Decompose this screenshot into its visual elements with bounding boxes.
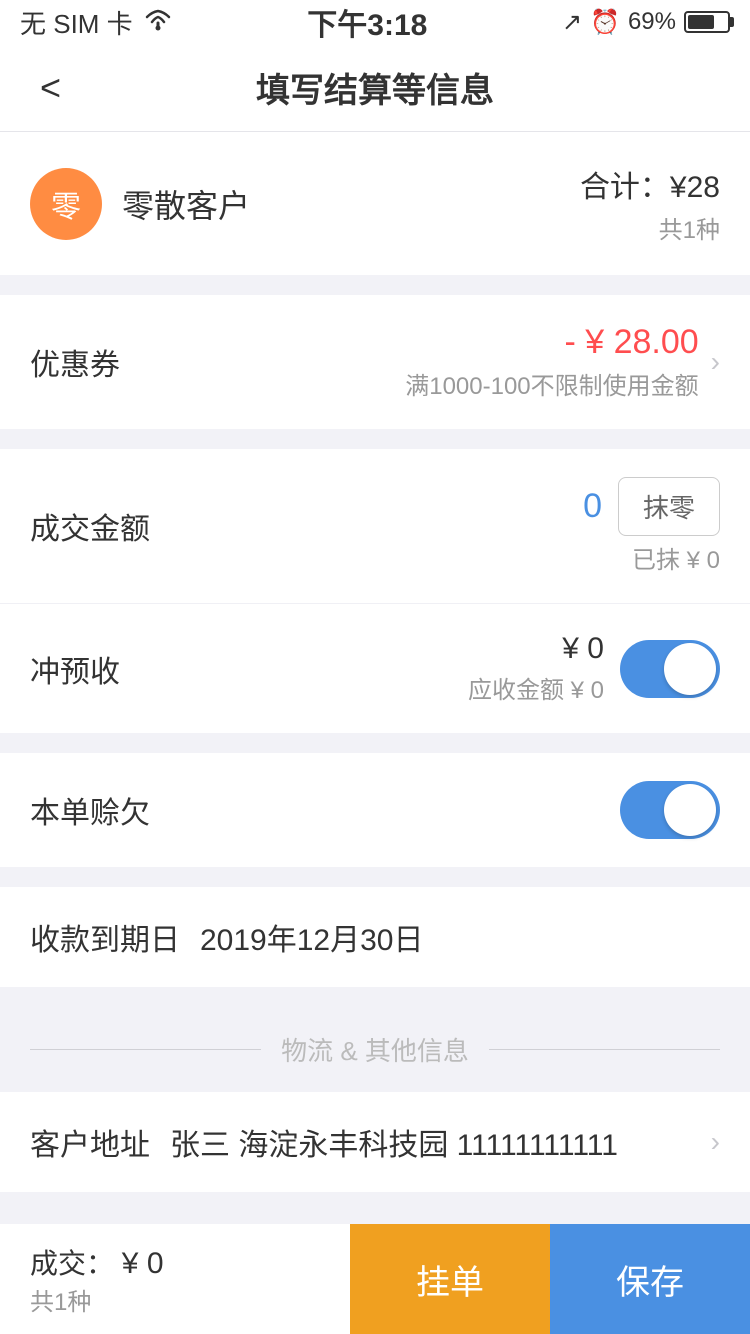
coupon-right: - ¥ 28.00 满1000-100不限制使用金额 › (405, 323, 720, 401)
prepaid-amount: ¥ 0 (468, 632, 604, 666)
back-button[interactable]: < (30, 57, 71, 119)
address-label: 客户地址 (30, 1120, 150, 1164)
divider-left (30, 1049, 261, 1050)
coupon-description: 满1000-100不限制使用金额 (405, 366, 698, 401)
prepaid-row: 冲预收 ¥ 0 应收金额 ¥ 0 (0, 604, 750, 733)
divider-right (489, 1049, 720, 1050)
amount-label: 成交金额 (30, 504, 150, 548)
debt-label: 本单赊欠 (30, 788, 150, 832)
customer-total: 合计：¥28 (580, 162, 720, 206)
address-value: 张三 海淀永丰科技园 11111111111 (170, 1120, 618, 1164)
address-left: 客户地址 张三 海淀永丰科技园 11111111111 (30, 1120, 618, 1164)
customer-row: 零 零散客户 合计：¥28 共1种 (0, 132, 750, 275)
coupon-discount: - ¥ 28.00 (405, 323, 698, 362)
coupon-label: 优惠券 (30, 340, 120, 384)
amount-value[interactable]: 0 (583, 487, 602, 526)
customer-left: 零 零散客户 (30, 168, 250, 240)
logistics-divider-container: 物流 & 其他信息 (0, 1007, 750, 1092)
hold-button[interactable]: 挂单 (350, 1224, 550, 1334)
transaction-section: 成交金额 0 抹零 已抹 ¥ 0 冲预收 ¥ 0 应收金额 ¥ 0 (0, 449, 750, 733)
amount-row: 成交金额 0 抹零 已抹 ¥ 0 (0, 449, 750, 604)
nav-bar: < 填写结算等信息 (0, 44, 750, 132)
bottom-deal: 成交： ¥ 0 (30, 1242, 320, 1282)
status-time: 下午3:18 (307, 0, 427, 44)
customer-count: 共1种 (580, 210, 720, 245)
status-right: ↗ ⏰ 69% (562, 8, 730, 37)
rounded-label: 已抹 ¥ 0 (583, 540, 720, 575)
address-row[interactable]: 客户地址 张三 海淀永丰科技园 11111111111 › (0, 1092, 750, 1192)
logistics-divider-line: 物流 & 其他信息 (30, 1031, 720, 1068)
prepaid-sub: 应收金额 ¥ 0 (468, 670, 604, 705)
location-icon: ↗ (562, 8, 582, 37)
status-left: 无 SIM 卡 (20, 4, 173, 41)
status-bar: 无 SIM 卡 下午3:18 ↗ ⏰ 69% (0, 0, 750, 44)
coupon-section[interactable]: 优惠券 - ¥ 28.00 满1000-100不限制使用金额 › (0, 295, 750, 429)
deal-label: 成交： (30, 1248, 114, 1279)
debt-toggle[interactable] (620, 781, 720, 839)
bottom-summary: 成交： ¥ 0 共1种 (0, 1242, 350, 1317)
battery-percent: 69% (628, 8, 676, 36)
duedate-section: 收款到期日 2019年12月30日 (0, 887, 750, 987)
duedate-value: 2019年12月30日 (200, 915, 423, 959)
prepaid-right: ¥ 0 应收金额 ¥ 0 (468, 632, 720, 705)
debt-section: 本单赊欠 (0, 753, 750, 867)
page-title: 填写结算等信息 (256, 63, 494, 112)
prepaid-label: 冲预收 (30, 647, 120, 691)
duedate-label: 收款到期日 (30, 915, 180, 959)
bottom-bar: 成交： ¥ 0 共1种 挂单 保存 (0, 1224, 750, 1334)
coupon-info: - ¥ 28.00 满1000-100不限制使用金额 (405, 323, 698, 401)
wifi-icon (143, 7, 173, 38)
customer-name: 零散客户 (122, 181, 250, 227)
round-button[interactable]: 抹零 (618, 477, 720, 536)
debt-row: 本单赊欠 (0, 753, 750, 867)
duedate-row: 收款到期日 2019年12月30日 (0, 887, 750, 987)
toggle-knob (664, 643, 716, 695)
prepaid-toggle[interactable] (620, 640, 720, 698)
amount-right: 0 抹零 已抹 ¥ 0 (583, 477, 720, 575)
deal-amount: ¥ 0 (122, 1247, 164, 1280)
customer-avatar: 零 (30, 168, 102, 240)
amount-input-area: 0 抹零 (583, 477, 720, 536)
bottom-actions: 挂单 保存 (350, 1224, 750, 1334)
coupon-chevron: › (711, 346, 720, 378)
coupon-row[interactable]: 优惠券 - ¥ 28.00 满1000-100不限制使用金额 › (0, 295, 750, 429)
address-chevron: › (711, 1126, 720, 1158)
logistics-label: 物流 & 其他信息 (281, 1031, 469, 1068)
battery-icon (684, 11, 730, 33)
address-section[interactable]: 客户地址 张三 海淀永丰科技园 11111111111 › (0, 1092, 750, 1192)
content-area: 零 零散客户 合计：¥28 共1种 优惠券 - ¥ 28.00 满1000-10… (0, 132, 750, 1332)
save-button[interactable]: 保存 (550, 1224, 750, 1334)
bottom-count: 共1种 (30, 1282, 320, 1317)
carrier-label: 无 SIM 卡 (20, 4, 133, 41)
alarm-icon: ⏰ (590, 8, 620, 37)
customer-right: 合计：¥28 共1种 (580, 162, 720, 245)
battery-fill (688, 15, 714, 29)
debt-toggle-knob (664, 784, 716, 836)
avatar-char: 零 (51, 182, 81, 226)
